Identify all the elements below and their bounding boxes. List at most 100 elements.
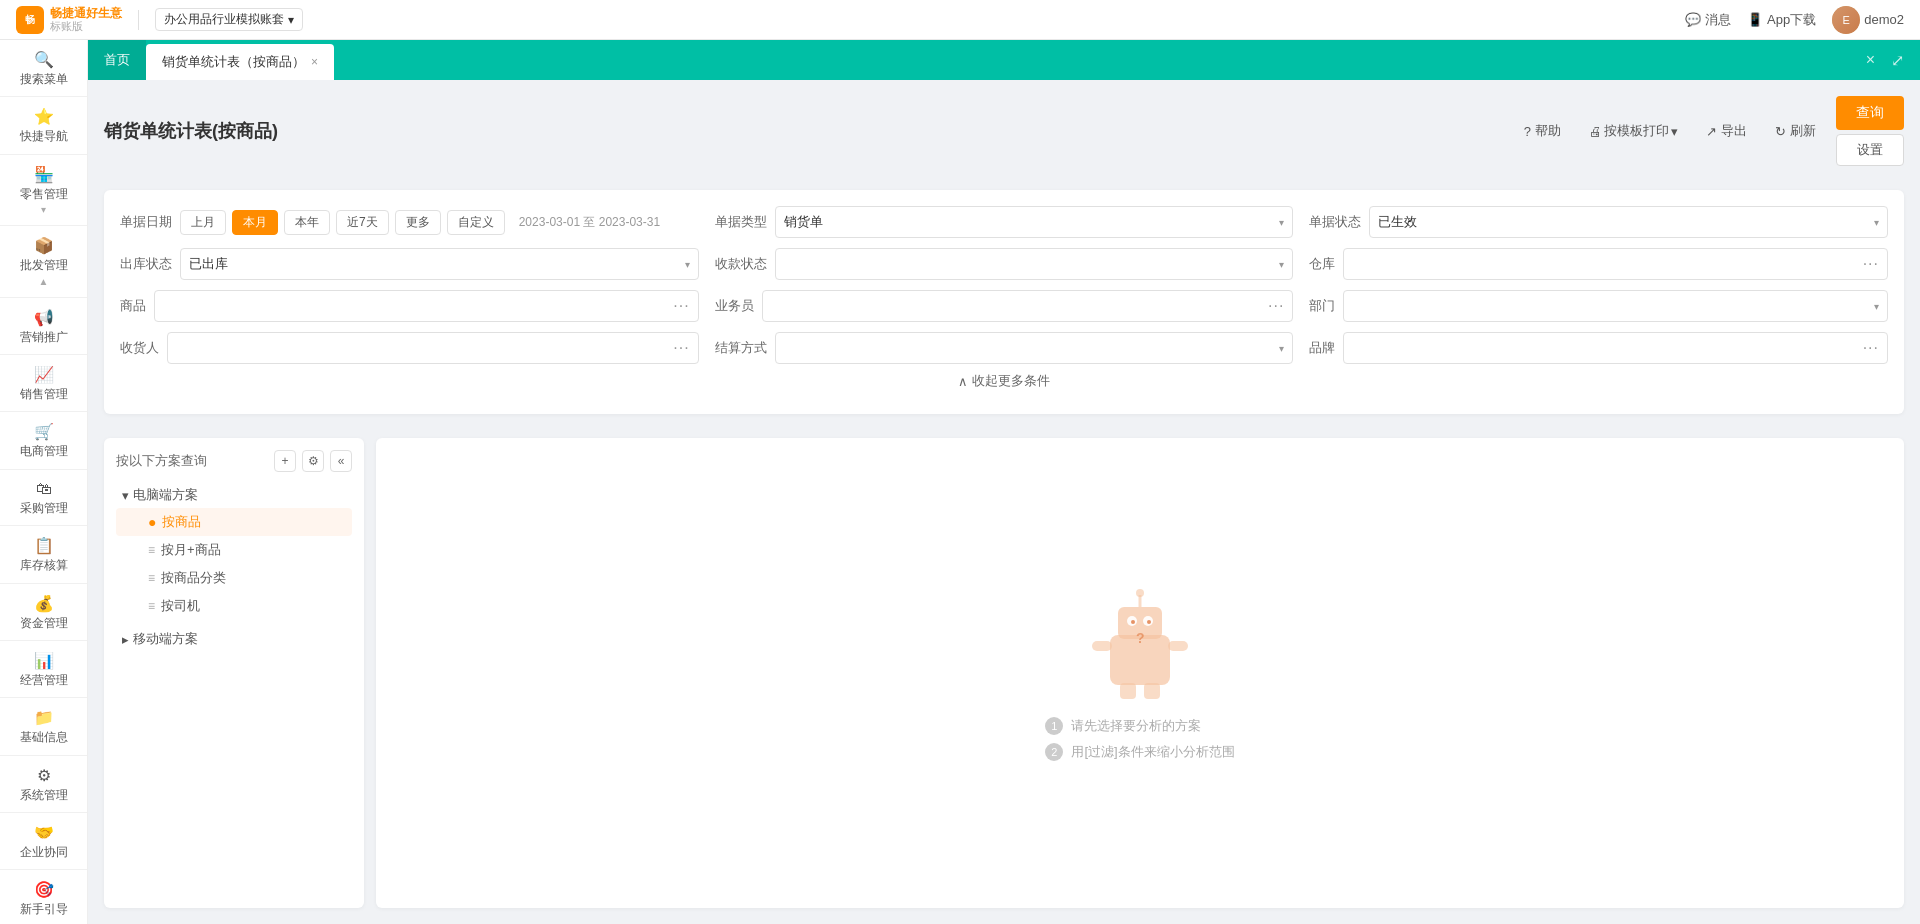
tab-sales-stat[interactable]: 销货单统计表（按商品） ×	[146, 44, 334, 80]
left-panel-header: 按以下方案查询 + ⚙ «	[116, 450, 352, 472]
help-btn[interactable]: ? 帮助	[1516, 118, 1569, 144]
warehouse-select[interactable]: ···	[1343, 248, 1888, 280]
lp-settings-btn[interactable]: ⚙	[302, 450, 324, 472]
sidebar-item-finance[interactable]: 💰 资金管理	[0, 584, 87, 641]
svg-rect-9	[1120, 683, 1136, 699]
sidebar-item-marketing[interactable]: 📢 营销推广	[0, 298, 87, 355]
doc-type-value: 销货单	[784, 213, 823, 231]
tree-item-by-driver[interactable]: ≡ 按司机	[116, 592, 352, 620]
query-button[interactable]: 查询	[1836, 96, 1904, 130]
date-btn-last-month[interactable]: 上月	[180, 210, 226, 235]
tab-close-btn[interactable]: ×	[311, 55, 318, 69]
sidebar-item-ecommerce[interactable]: 🛒 电商管理	[0, 412, 87, 469]
date-btn-custom[interactable]: 自定义	[447, 210, 505, 235]
sidebar-item-sales[interactable]: 📈 销售管理	[0, 355, 87, 412]
lp-add-btn[interactable]: +	[274, 450, 296, 472]
collect-status-select[interactable]: ▾	[775, 248, 1294, 280]
goods-select[interactable]: ···	[154, 290, 699, 322]
sidebar-item-retail[interactable]: 🏪 零售管理 ▾	[0, 155, 87, 226]
collapse-bar[interactable]: ∧ 收起更多条件	[120, 364, 1888, 398]
tab-home[interactable]: 首页	[88, 40, 146, 80]
date-btn-this-year[interactable]: 本年	[284, 210, 330, 235]
lp-collapse-btn[interactable]: «	[330, 450, 352, 472]
sales-icon: 📈	[34, 365, 54, 384]
doc-status-chevron: ▾	[1874, 217, 1879, 228]
sidebar-item-newbie[interactable]: 🎯 新手引导	[0, 870, 87, 924]
svg-rect-7	[1092, 641, 1112, 651]
tree-item-by-category-icon: ≡	[148, 571, 155, 585]
workspace-selector[interactable]: 办公用品行业模拟账套 ▾	[155, 8, 303, 31]
system-icon: ⚙	[37, 766, 51, 785]
close-tab-right-btn[interactable]: ×	[1858, 51, 1883, 69]
date-range: 2023-03-01 至 2023-03-31	[519, 214, 660, 231]
settings-button[interactable]: 设置	[1836, 134, 1904, 166]
sidebar-item-basic[interactable]: 📁 基础信息	[0, 698, 87, 755]
doc-type-label: 单据类型	[715, 213, 767, 231]
logo: 畅 畅捷通好生意 标账版	[16, 6, 122, 34]
settle-filter-item: 结算方式 ▾	[715, 332, 1294, 364]
tree-item-by-month-goods[interactable]: ≡ 按月+商品	[116, 536, 352, 564]
dept-select[interactable]: ▾	[1343, 290, 1888, 322]
export-btn[interactable]: ↗ 导出	[1698, 118, 1755, 144]
tree-item-by-driver-icon: ≡	[148, 599, 155, 613]
messages-btn[interactable]: 💬 消息	[1685, 11, 1731, 29]
print-icon: 🖨	[1589, 124, 1602, 139]
newbie-icon: 🎯	[34, 880, 54, 899]
sidebar-item-shortcuts[interactable]: ⭐ 快捷导航	[0, 97, 87, 154]
workspace-chevron: ▾	[288, 13, 294, 27]
left-panel-actions: + ⚙ «	[274, 450, 352, 472]
app-download-btn[interactable]: 📱 App下载	[1747, 11, 1816, 29]
retail-chevron: ▾	[41, 204, 46, 215]
date-btn-more[interactable]: 更多	[395, 210, 441, 235]
tree-item-by-category-label: 按商品分类	[161, 569, 226, 587]
doc-status-select[interactable]: 已生效 ▾	[1369, 206, 1888, 238]
tree-label-mobile: 移动端方案	[133, 630, 198, 648]
sidebar-item-cooperation[interactable]: 🤝 企业协同	[0, 813, 87, 870]
receiver-dots: ···	[673, 339, 689, 357]
salesperson-filter-item: 业务员 ···	[715, 290, 1294, 322]
doc-status-label: 单据状态	[1309, 213, 1361, 231]
print-btn[interactable]: 🖨 按模板打印 ▾	[1581, 118, 1686, 144]
page-header: 销货单统计表(按商品) ? 帮助 🖨 按模板打印 ▾ ↗	[104, 96, 1904, 166]
tree-item-by-category[interactable]: ≡ 按商品分类	[116, 564, 352, 592]
salesperson-select[interactable]: ···	[762, 290, 1294, 322]
refresh-btn[interactable]: ↻ 刷新	[1767, 118, 1824, 144]
sidebar-item-operation[interactable]: 📊 经营管理	[0, 641, 87, 698]
out-status-select[interactable]: 已出库 ▾	[180, 248, 699, 280]
brand-select[interactable]: ···	[1343, 332, 1888, 364]
tab-home-label: 首页	[104, 51, 130, 69]
tree-header-desktop[interactable]: ▾ 电脑端方案	[116, 482, 352, 508]
date-btn-this-month[interactable]: 本月	[232, 210, 278, 235]
empty-step-2-text: 用[过滤]条件来缩小分析范围	[1071, 743, 1234, 761]
tree-expand-desktop: ▾	[122, 488, 129, 503]
user-name: demo2	[1864, 12, 1904, 27]
empty-state: ?	[376, 438, 1904, 908]
receiver-label: 收货人	[120, 339, 159, 357]
warehouse-dots: ···	[1863, 255, 1879, 273]
sidebar-item-system[interactable]: ⚙ 系统管理	[0, 756, 87, 813]
brand-dots: ···	[1863, 339, 1879, 357]
tree-item-by-goods[interactable]: ● 按商品	[116, 508, 352, 536]
settle-select[interactable]: ▾	[775, 332, 1294, 364]
sidebar-item-inventory[interactable]: 📋 库存核算	[0, 526, 87, 583]
brand-label: 品牌	[1309, 339, 1335, 357]
sidebar-item-search[interactable]: 🔍 搜索菜单	[0, 40, 87, 97]
user-avatar-area[interactable]: E demo2	[1832, 6, 1904, 34]
tree-label-desktop: 电脑端方案	[133, 486, 198, 504]
goods-dots: ···	[673, 297, 689, 315]
warehouse-label: 仓库	[1309, 255, 1335, 273]
sidebar-item-purchase[interactable]: 🛍 采购管理	[0, 470, 87, 526]
empty-step-2: 2 用[过滤]条件来缩小分析范围	[1045, 743, 1234, 761]
purchase-icon: 🛍	[36, 480, 52, 498]
phone-icon: 📱	[1747, 12, 1763, 27]
collect-status-label: 收款状态	[715, 255, 767, 273]
receiver-filter-item: 收货人 ···	[120, 332, 699, 364]
date-btn-7days[interactable]: 近7天	[336, 210, 389, 235]
maximize-btn[interactable]: ⤢	[1883, 51, 1912, 70]
tree-header-mobile[interactable]: ▸ 移动端方案	[116, 626, 352, 652]
doc-status-value: 已生效	[1378, 213, 1417, 231]
salesperson-dots: ···	[1268, 297, 1284, 315]
receiver-select[interactable]: ···	[167, 332, 699, 364]
doc-type-select[interactable]: 销货单 ▾	[775, 206, 1294, 238]
sidebar-item-wholesale[interactable]: 📦 批发管理 ▲	[0, 226, 87, 297]
